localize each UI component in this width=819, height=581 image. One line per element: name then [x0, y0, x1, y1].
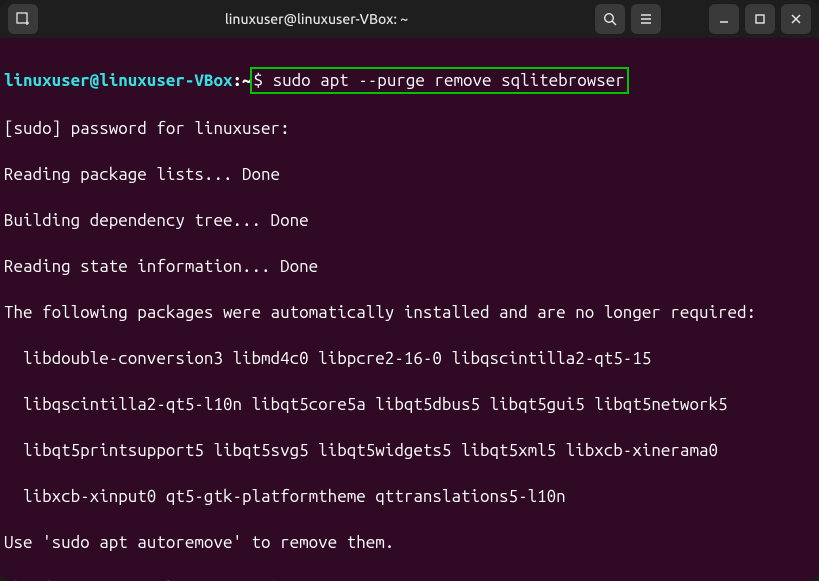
close-button[interactable] — [781, 4, 811, 34]
search-icon — [602, 11, 618, 27]
menu-button[interactable] — [631, 4, 661, 34]
prompt-user-host: linuxuser@linuxuser-VBox — [4, 71, 232, 90]
output-line: libqscintilla2-qt5-l10n libqt5core5a lib… — [4, 393, 815, 416]
output-line: libqt5printsupport5 libqt5svg5 libqt5wid… — [4, 439, 815, 462]
highlighted-command: $ sudo apt --purge remove sqlitebrowser — [250, 67, 629, 94]
new-tab-icon — [15, 11, 31, 27]
maximize-button[interactable] — [745, 4, 775, 34]
window-title: linuxuser@linuxuser-VBox: ~ — [44, 11, 589, 27]
terminal-window: linuxuser@linuxuser-VBox: ~ linuxuser@li… — [0, 0, 819, 581]
output-line: The following packages will be REMOVED: — [4, 577, 815, 581]
output-line: Reading state information... Done — [4, 255, 815, 278]
output-line: Building dependency tree... Done — [4, 209, 815, 232]
output-line: Reading package lists... Done — [4, 163, 815, 186]
output-line: The following packages were automaticall… — [4, 301, 815, 324]
prompt-line-1: linuxuser@linuxuser-VBox:~$ sudo apt --p… — [4, 67, 815, 94]
terminal-body[interactable]: linuxuser@linuxuser-VBox:~$ sudo apt --p… — [0, 38, 819, 581]
search-button[interactable] — [595, 4, 625, 34]
minimize-icon — [717, 12, 731, 26]
output-line: libdouble-conversion3 libmd4c0 libpcre2-… — [4, 347, 815, 370]
output-line: Use 'sudo apt autoremove' to remove them… — [4, 531, 815, 554]
output-line: libxcb-xinput0 qt5-gtk-platformtheme qtt… — [4, 485, 815, 508]
new-tab-button[interactable] — [8, 4, 38, 34]
close-icon — [789, 12, 803, 26]
minimize-button[interactable] — [709, 4, 739, 34]
output-line: [sudo] password for linuxuser: — [4, 117, 815, 140]
maximize-icon — [753, 12, 767, 26]
hamburger-icon — [638, 11, 654, 27]
titlebar: linuxuser@linuxuser-VBox: ~ — [0, 0, 819, 38]
prompt-sep: : — [232, 71, 242, 90]
